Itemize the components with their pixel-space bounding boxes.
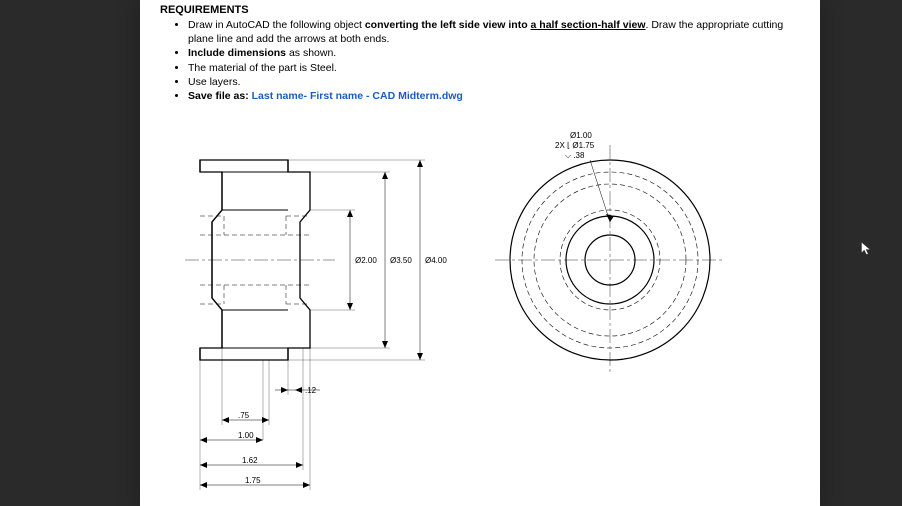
cursor-icon — [860, 240, 874, 258]
side-view: Ø2.00 Ø3.50 Ø4.00 .12 — [185, 160, 447, 490]
dim-h4: 1.62 — [242, 456, 258, 465]
req-item-3: The material of the part is Steel. — [188, 61, 800, 75]
front-view — [495, 145, 725, 375]
requirements-list: Draw in AutoCAD the following object con… — [160, 18, 800, 103]
requirements-block: REQUIREMENTS Draw in AutoCAD the followi… — [140, 0, 820, 103]
dim-h3: 1.00 — [238, 431, 254, 440]
leader-d2: 2X ⌊ Ø1.75 — [555, 141, 595, 150]
drawing-svg: Ø1.00 2X ⌊ Ø1.75 ⌵ .38 — [170, 130, 790, 490]
dim-d2: Ø3.50 — [390, 256, 412, 265]
requirements-title: REQUIREMENTS — [160, 4, 800, 16]
leader-d1: Ø1.00 — [570, 131, 592, 140]
req-item-4: Use layers. — [188, 75, 800, 89]
dim-h2: .75 — [238, 411, 250, 420]
document-page: REQUIREMENTS Draw in AutoCAD the followi… — [140, 0, 820, 506]
cad-drawing: Ø1.00 2X ⌊ Ø1.75 ⌵ .38 — [170, 130, 790, 490]
req-item-5: Save file as: Last name- First name - CA… — [188, 89, 800, 103]
dim-h5: 1.75 — [245, 476, 261, 485]
dim-d1: Ø2.00 — [355, 256, 377, 265]
req-item-1: Draw in AutoCAD the following object con… — [188, 18, 800, 46]
req-item-2: Include dimensions as shown. — [188, 46, 800, 60]
dim-h1: .12 — [305, 386, 317, 395]
dim-d3: Ø4.00 — [425, 256, 447, 265]
leader-d3: ⌵ .38 — [565, 151, 585, 160]
